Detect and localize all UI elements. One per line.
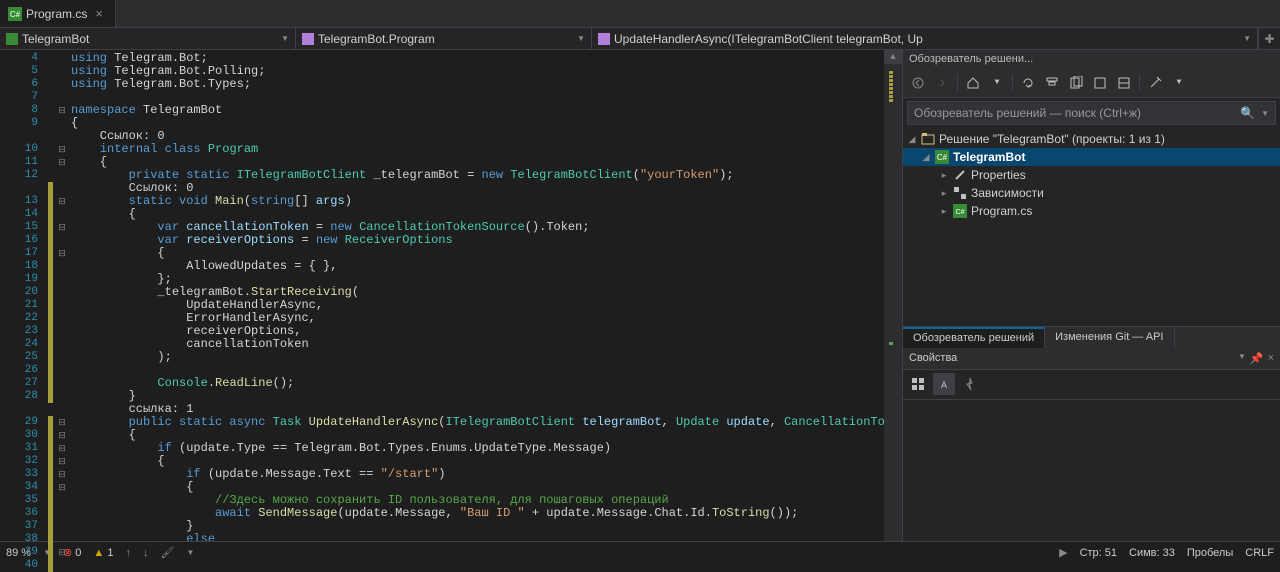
tree-properties-node[interactable]: ▸ Properties (903, 166, 1280, 184)
code-editor[interactable]: 4567891011121314151617181920212223242526… (0, 50, 902, 541)
dependencies-icon (953, 186, 967, 200)
expand-icon[interactable]: ▸ (939, 206, 949, 217)
tree-project-node[interactable]: ◢ C# TelegramBot (903, 148, 1280, 166)
csharp-project-icon (6, 33, 18, 45)
navigation-bar: TelegramBot ▼ TelegramBot.Program ▼ Upda… (0, 28, 1280, 50)
caret-col[interactable]: Симв: 33 (1129, 547, 1175, 559)
status-bar: 89 % ▼ ⊗ 0 ▲ 1 ↑ ↓ 🖌▼ ▶ Стр: 51 Симв: 33… (0, 541, 1280, 563)
overview-ruler (889, 70, 897, 521)
brush-icon[interactable]: 🖌 (160, 546, 174, 559)
fold-margin[interactable]: ⊟⊟⊟⊟⊟⊟⊟⊟⊟⊟⊟⊟⊟ (53, 50, 71, 541)
chevron-down-icon: ▼ (281, 34, 289, 43)
panel-title-truncated: Обозреватель решени... (903, 50, 1280, 68)
csharp-project-icon: C# (935, 150, 949, 164)
chevron-down-icon[interactable]: ▼ (1168, 72, 1190, 94)
nav-down-icon[interactable]: ↓ (143, 547, 149, 559)
tab-label: Program.cs (26, 7, 87, 21)
show-all-files-icon[interactable] (1065, 72, 1087, 94)
wrench-icon (953, 168, 967, 182)
solution-tree[interactable]: ◢ Решение "TelegramBot" (проекты: 1 из 1… (903, 128, 1280, 326)
expand-icon[interactable]: ◢ (907, 134, 917, 145)
properties-icon[interactable] (1144, 72, 1166, 94)
back-icon[interactable] (907, 72, 929, 94)
chevron-down-icon[interactable]: ▼ (1238, 352, 1246, 365)
tree-solution-node[interactable]: ◢ Решение "TelegramBot" (проекты: 1 из 1… (903, 130, 1280, 148)
tree-file-node[interactable]: ▸ C# Program.cs (903, 202, 1280, 220)
categorized-icon[interactable] (907, 373, 929, 395)
home-icon[interactable] (962, 72, 984, 94)
close-icon[interactable]: × (91, 6, 107, 21)
chevron-down-icon: ▼ (577, 34, 585, 43)
warning-count[interactable]: ▲ 1 (93, 547, 113, 559)
svg-text:A: A (941, 381, 947, 391)
solution-explorer-search[interactable]: Обозреватель решений — поиск (Ctrl+ж) 🔍 … (907, 101, 1276, 125)
solution-icon (921, 132, 935, 146)
expand-icon[interactable]: ◢ (921, 152, 931, 163)
alphabetical-icon[interactable]: A (933, 373, 955, 395)
scope-dropdown-project[interactable]: TelegramBot ▼ (0, 28, 296, 49)
tree-dependencies-node[interactable]: ▸ Зависимости (903, 184, 1280, 202)
caret-line[interactable]: Стр: 51 (1080, 547, 1117, 559)
csharp-file-icon: C# (8, 7, 22, 21)
svg-text:C#: C# (937, 153, 948, 162)
pin-icon[interactable]: 📌 (1250, 352, 1264, 365)
svg-text:C#: C# (10, 10, 21, 19)
filter-icon[interactable] (1041, 72, 1063, 94)
properties-panel: Свойства ▼ 📌 × A (903, 348, 1280, 542)
play-icon[interactable]: ▶ (1059, 546, 1067, 559)
search-icon[interactable]: 🔍 (1240, 106, 1255, 120)
close-icon[interactable]: × (1268, 352, 1274, 365)
scope-dropdown-method[interactable]: UpdateHandlerAsync(ITelegramBotClient te… (592, 28, 1258, 49)
indent-mode[interactable]: Пробелы (1187, 547, 1233, 559)
tool-window-tabs: Обозреватель решений Изменения Git — API (903, 326, 1280, 348)
tab-git-changes[interactable]: Изменения Git — API (1045, 327, 1174, 348)
code-area[interactable]: using Telegram.Bot;using Telegram.Bot.Po… (71, 50, 902, 541)
line-number-gutter: 4567891011121314151617181920212223242526… (0, 50, 48, 541)
vertical-scrollbar[interactable]: ▲ (884, 50, 902, 541)
chevron-down-icon[interactable]: ▼ (1261, 109, 1269, 118)
svg-text:C#: C# (956, 209, 965, 216)
chevron-down-icon: ▼ (1243, 34, 1251, 43)
chevron-down-icon[interactable]: ▼ (986, 72, 1008, 94)
solution-explorer-toolbar: ▼ ▼ (903, 68, 1280, 98)
collapse-all-icon[interactable] (1113, 72, 1135, 94)
class-icon (302, 33, 314, 45)
method-icon (598, 33, 610, 45)
sync-icon[interactable] (1017, 72, 1039, 94)
document-tabs: C# Program.cs × (0, 0, 1280, 28)
scope-dropdown-class[interactable]: TelegramBot.Program ▼ (296, 28, 592, 49)
line-endings[interactable]: CRLF (1245, 547, 1274, 559)
forward-icon (931, 72, 953, 94)
tab-program-cs[interactable]: C# Program.cs × (0, 0, 116, 27)
expand-icon[interactable]: ▸ (939, 188, 949, 199)
tab-solution-explorer[interactable]: Обозреватель решений (903, 327, 1045, 348)
scroll-up-icon[interactable]: ▲ (884, 50, 902, 64)
events-icon[interactable] (959, 373, 981, 395)
csharp-file-icon: C# (953, 204, 967, 218)
properties-title: Свойства (909, 352, 957, 364)
refresh-icon[interactable] (1089, 72, 1111, 94)
split-editor-button[interactable]: ✚ (1258, 28, 1280, 49)
expand-icon[interactable]: ▸ (939, 170, 949, 181)
nav-up-icon[interactable]: ↑ (125, 547, 131, 559)
